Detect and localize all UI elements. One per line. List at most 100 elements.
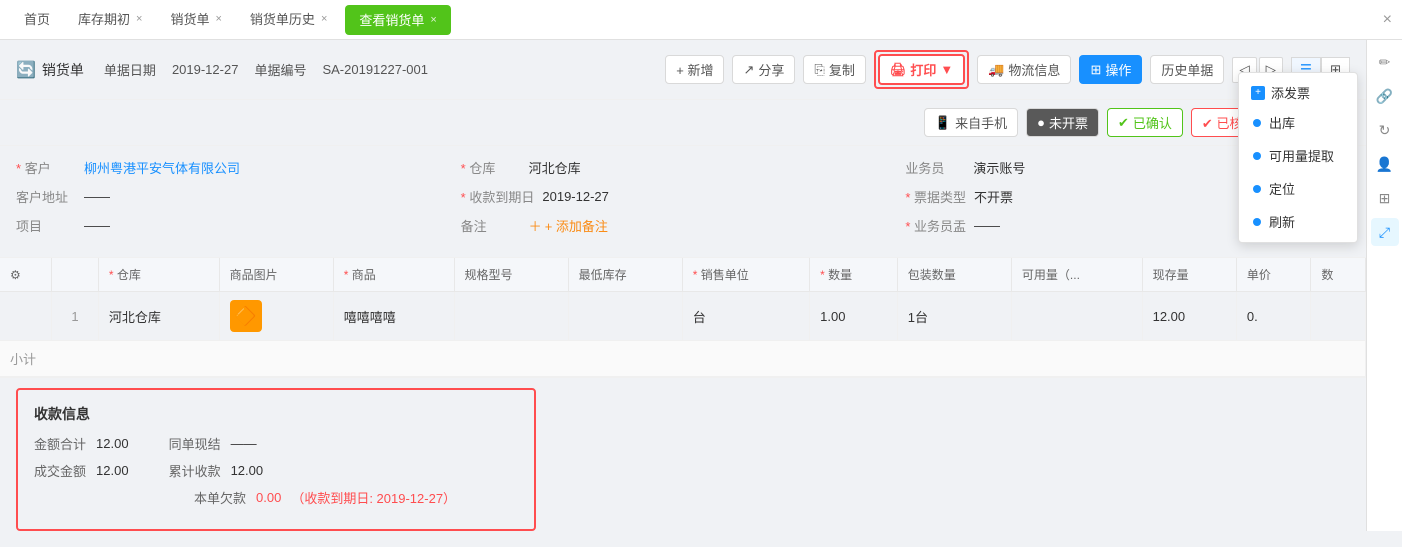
row-img: 🔶 bbox=[219, 292, 333, 341]
cancelled-icon: ✔ bbox=[1202, 116, 1213, 131]
print-icon: 🖨 bbox=[890, 62, 907, 78]
copy-button[interactable]: ⎘ 复制 bbox=[803, 55, 865, 84]
salesperson-label: * 业务员盂 bbox=[905, 216, 966, 235]
window-close-button[interactable]: × bbox=[1383, 11, 1392, 29]
locate-item[interactable]: 定位 bbox=[1239, 172, 1357, 205]
row-available bbox=[1011, 292, 1142, 341]
table-row: 1 河北仓库 🔶 嘻嘻嘻嘻 台 1.00 1台 12.00 0. bbox=[0, 292, 1366, 341]
add-invoice-icon: + bbox=[1251, 86, 1265, 100]
warehouse-label: * 仓库 bbox=[461, 158, 521, 177]
tab-home[interactable]: 首页 bbox=[10, 0, 64, 40]
print-button[interactable]: 🖨 打印 ▼ bbox=[878, 54, 965, 85]
logistics-icon: 🚚 bbox=[988, 62, 1004, 78]
operation-button[interactable]: ⊞ 操作 bbox=[1079, 55, 1142, 84]
col-more: 数 bbox=[1311, 258, 1366, 292]
add-invoice-label: 添发票 bbox=[1271, 83, 1310, 102]
due-date-label: * 收款到期日 bbox=[461, 187, 535, 206]
add-note-button[interactable]: ＋ + 添加备注 bbox=[529, 216, 608, 235]
tab-view-sales[interactable]: 查看销货单 × bbox=[345, 5, 450, 35]
payment-section: 收款信息 金额合计 12.00 同单现结 —— 成交金额 12.00 累计收款 bbox=[16, 388, 536, 531]
address-label: 客户地址 bbox=[16, 187, 76, 206]
sidebar-edit-icon[interactable]: ✏ bbox=[1371, 48, 1399, 76]
doc-header: 🔄 销货单 单据日期 2019-12-27 单据编号 SA-20191227-0… bbox=[0, 40, 1366, 100]
row-product: 嘻嘻嘻嘻 bbox=[333, 292, 454, 341]
tab-sales-history-label: 销货单历史 bbox=[250, 9, 315, 28]
row-pack-qty: 1台 bbox=[897, 292, 1011, 341]
ship-out-label: 出库 bbox=[1269, 113, 1295, 132]
sidebar-rotate-icon[interactable]: ↻ bbox=[1371, 116, 1399, 144]
confirm-icon: ✔ bbox=[1118, 115, 1129, 131]
same-order-settle-label: 同单现结 bbox=[169, 434, 221, 453]
project-value: —— bbox=[84, 218, 110, 233]
tab-sales-order-close[interactable]: × bbox=[215, 13, 221, 25]
project-label: 项目 bbox=[16, 216, 76, 235]
product-image: 🔶 bbox=[230, 300, 262, 332]
warehouse-value: 河北仓库 bbox=[529, 158, 581, 177]
tab-bar: 首页 库存期初 × 销货单 × 销货单历史 × 查看销货单 × × bbox=[0, 0, 1402, 40]
available-qty-label: 可用量提取 bbox=[1269, 146, 1334, 165]
print-button-label: 打印 bbox=[910, 60, 936, 79]
transaction-amount-label: 成交金额 bbox=[34, 461, 86, 480]
col-unit: * 销售单位 bbox=[682, 258, 809, 292]
confirm-label: 已确认 bbox=[1133, 113, 1172, 132]
sidebar-expand-icon[interactable]: ⤢ bbox=[1371, 218, 1399, 246]
share-icon: ↗ bbox=[743, 62, 754, 78]
ship-out-dot bbox=[1253, 119, 1261, 127]
history-button[interactable]: 历史单据 bbox=[1150, 55, 1224, 84]
sidebar-user-icon[interactable]: 👤 bbox=[1371, 150, 1399, 178]
doc-date-label: 单据日期 bbox=[104, 60, 156, 79]
right-sidebar: ✏ 🔗 ↻ 👤 ⊞ ⤢ bbox=[1366, 40, 1402, 531]
customer-required-star: * bbox=[16, 161, 21, 176]
sidebar-table-icon[interactable]: ⊞ bbox=[1371, 184, 1399, 212]
amount-total-value: 12.00 bbox=[96, 436, 129, 451]
address-value: —— bbox=[84, 189, 110, 204]
tab-inventory-init[interactable]: 库存期初 × bbox=[64, 0, 156, 40]
ship-out-item[interactable]: 出库 bbox=[1239, 106, 1357, 139]
add-note-icon: ＋ bbox=[529, 216, 542, 235]
new-button[interactable]: + 新增 bbox=[665, 55, 724, 84]
row-unit-price: 0. bbox=[1236, 292, 1310, 341]
table-section: ⚙ * 仓库 商品图片 * 商品 规格型号 最低库存 * 销售单位 * 数量 包… bbox=[0, 258, 1366, 378]
tab-sales-history-close[interactable]: × bbox=[321, 13, 327, 25]
tab-sales-history[interactable]: 销货单历史 × bbox=[236, 0, 341, 40]
confirm-button[interactable]: ✔ 已确认 bbox=[1107, 108, 1183, 137]
print-dropdown-arrow: ▼ bbox=[940, 62, 953, 77]
locate-dot bbox=[1253, 185, 1261, 193]
col-product: * 商品 bbox=[333, 258, 454, 292]
unopened-button[interactable]: ● 未开票 bbox=[1026, 108, 1099, 137]
salesperson-value: —— bbox=[974, 218, 1000, 233]
customer-value[interactable]: 柳州粤港平安气体有限公司 bbox=[84, 158, 240, 177]
amount-total-label: 金额合计 bbox=[34, 434, 86, 453]
tab-inventory-init-close[interactable]: × bbox=[136, 13, 142, 25]
col-current-stock: 现存量 bbox=[1142, 258, 1236, 292]
refresh-item[interactable]: 刷新 bbox=[1239, 205, 1357, 238]
row-num: 1 bbox=[52, 292, 99, 341]
copy-button-label: 复制 bbox=[829, 60, 855, 79]
tab-home-label: 首页 bbox=[24, 9, 50, 28]
logistics-button[interactable]: 🚚 物流信息 bbox=[977, 55, 1071, 84]
tab-sales-order[interactable]: 销货单 × bbox=[156, 0, 235, 40]
dropdown-header: + 添发票 bbox=[1239, 77, 1357, 106]
current-due-label: 本单欠款 bbox=[194, 488, 246, 507]
doc-title-text: 销货单 bbox=[42, 60, 84, 80]
sidebar-link-icon[interactable]: 🔗 bbox=[1371, 82, 1399, 110]
col-img: 商品图片 bbox=[219, 258, 333, 292]
available-qty-item[interactable]: 可用量提取 bbox=[1239, 139, 1357, 172]
print-highlight-border: 🖨 打印 ▼ bbox=[874, 50, 969, 89]
operation-button-label: 操作 bbox=[1105, 60, 1131, 79]
tab-view-sales-close[interactable]: × bbox=[430, 14, 436, 26]
ticket-type-value: 不开票 bbox=[974, 187, 1013, 206]
logistics-button-label: 物流信息 bbox=[1008, 60, 1060, 79]
locate-label: 定位 bbox=[1269, 179, 1295, 198]
staff-value: 演示账号 bbox=[973, 158, 1025, 177]
customer-label: * 客户 bbox=[16, 158, 76, 177]
ticket-type-label: * 票据类型 bbox=[905, 187, 966, 206]
col-gear[interactable]: ⚙ bbox=[0, 258, 52, 292]
copy-icon: ⎘ bbox=[814, 62, 824, 78]
unopened-label: 未开票 bbox=[1049, 113, 1088, 132]
col-unit-price: 单价 bbox=[1236, 258, 1310, 292]
from-phone-button[interactable]: 📱 来自手机 bbox=[924, 108, 1018, 137]
share-button[interactable]: ↗ 分享 bbox=[732, 55, 795, 84]
col-pack-qty: 包装数量 bbox=[897, 258, 1011, 292]
due-date-value: 2019-12-27 bbox=[542, 189, 609, 204]
